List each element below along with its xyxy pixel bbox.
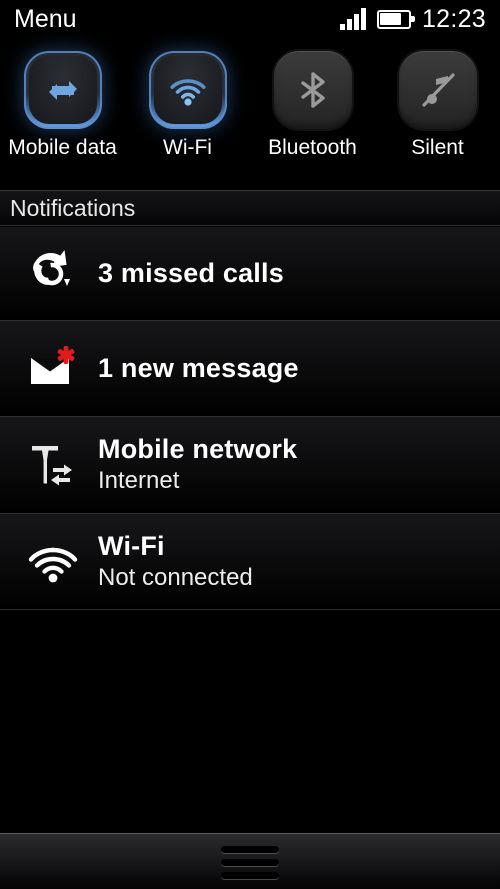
toggle-mobile-data[interactable]: Mobile data bbox=[0, 38, 125, 190]
new-message-envelope-icon bbox=[24, 340, 82, 398]
notification-title: Wi-Fi bbox=[98, 530, 165, 561]
mobile-data-icon bbox=[40, 67, 86, 113]
notification-subtitle: Not connected bbox=[98, 563, 253, 591]
empty-list-area bbox=[0, 610, 500, 833]
toggle-wifi[interactable]: Wi-Fi bbox=[125, 38, 250, 190]
missed-call-icon bbox=[24, 245, 82, 303]
notification-text: 1 new message bbox=[98, 352, 299, 384]
toggle-wifi-button[interactable] bbox=[148, 51, 227, 129]
notification-text: Mobile network Internet bbox=[98, 435, 297, 494]
notification-text: Wi-Fi Not connected bbox=[98, 530, 253, 591]
notification-subtitle: Internet bbox=[98, 467, 180, 495]
notification-panel-screen: Menu 12:23 Mobile data Wi-Fi Bluetooth S… bbox=[0, 0, 500, 889]
list-item[interactable]: 1 new message bbox=[0, 321, 500, 417]
toggle-silent-label: Silent bbox=[411, 136, 464, 159]
drag-handle-icon[interactable] bbox=[221, 846, 279, 879]
notifications-header: Notifications bbox=[0, 190, 500, 226]
wifi-status-icon bbox=[24, 533, 82, 591]
notifications-header-label: Notifications bbox=[10, 194, 136, 221]
quick-toggles-row: Mobile data Wi-Fi Bluetooth Silent bbox=[0, 38, 500, 190]
status-indicators: 12:23 bbox=[340, 0, 486, 38]
status-time: 12:23 bbox=[421, 5, 486, 33]
notification-title: Mobile network bbox=[98, 434, 298, 465]
signal-bars-icon bbox=[340, 8, 366, 30]
notification-title: 3 missed calls bbox=[98, 257, 284, 288]
silent-music-note-icon bbox=[415, 67, 461, 113]
toggle-mobile-data-button[interactable] bbox=[23, 51, 102, 129]
notification-text: 3 missed calls bbox=[98, 257, 284, 289]
menu-button[interactable]: Menu bbox=[14, 0, 77, 38]
battery-icon bbox=[376, 9, 415, 29]
status-bar: Menu 12:23 bbox=[0, 0, 500, 38]
toggle-bluetooth-button[interactable] bbox=[273, 51, 352, 129]
notification-title: 1 new message bbox=[98, 352, 299, 383]
list-item[interactable]: Mobile network Internet bbox=[0, 417, 500, 514]
bottom-bar[interactable] bbox=[0, 833, 500, 889]
list-item[interactable]: 3 missed calls bbox=[0, 227, 500, 321]
bluetooth-icon bbox=[290, 67, 336, 113]
toggle-wifi-label: Wi-Fi bbox=[163, 136, 212, 159]
toggle-mobile-data-label: Mobile data bbox=[8, 136, 117, 159]
wifi-icon bbox=[165, 67, 211, 113]
toggle-silent-button[interactable] bbox=[398, 51, 477, 129]
toggle-silent[interactable]: Silent bbox=[375, 38, 500, 190]
mobile-network-antenna-icon bbox=[24, 436, 82, 494]
toggle-bluetooth[interactable]: Bluetooth bbox=[250, 38, 375, 190]
toggle-bluetooth-label: Bluetooth bbox=[268, 136, 357, 159]
list-item[interactable]: Wi-Fi Not connected bbox=[0, 514, 500, 610]
